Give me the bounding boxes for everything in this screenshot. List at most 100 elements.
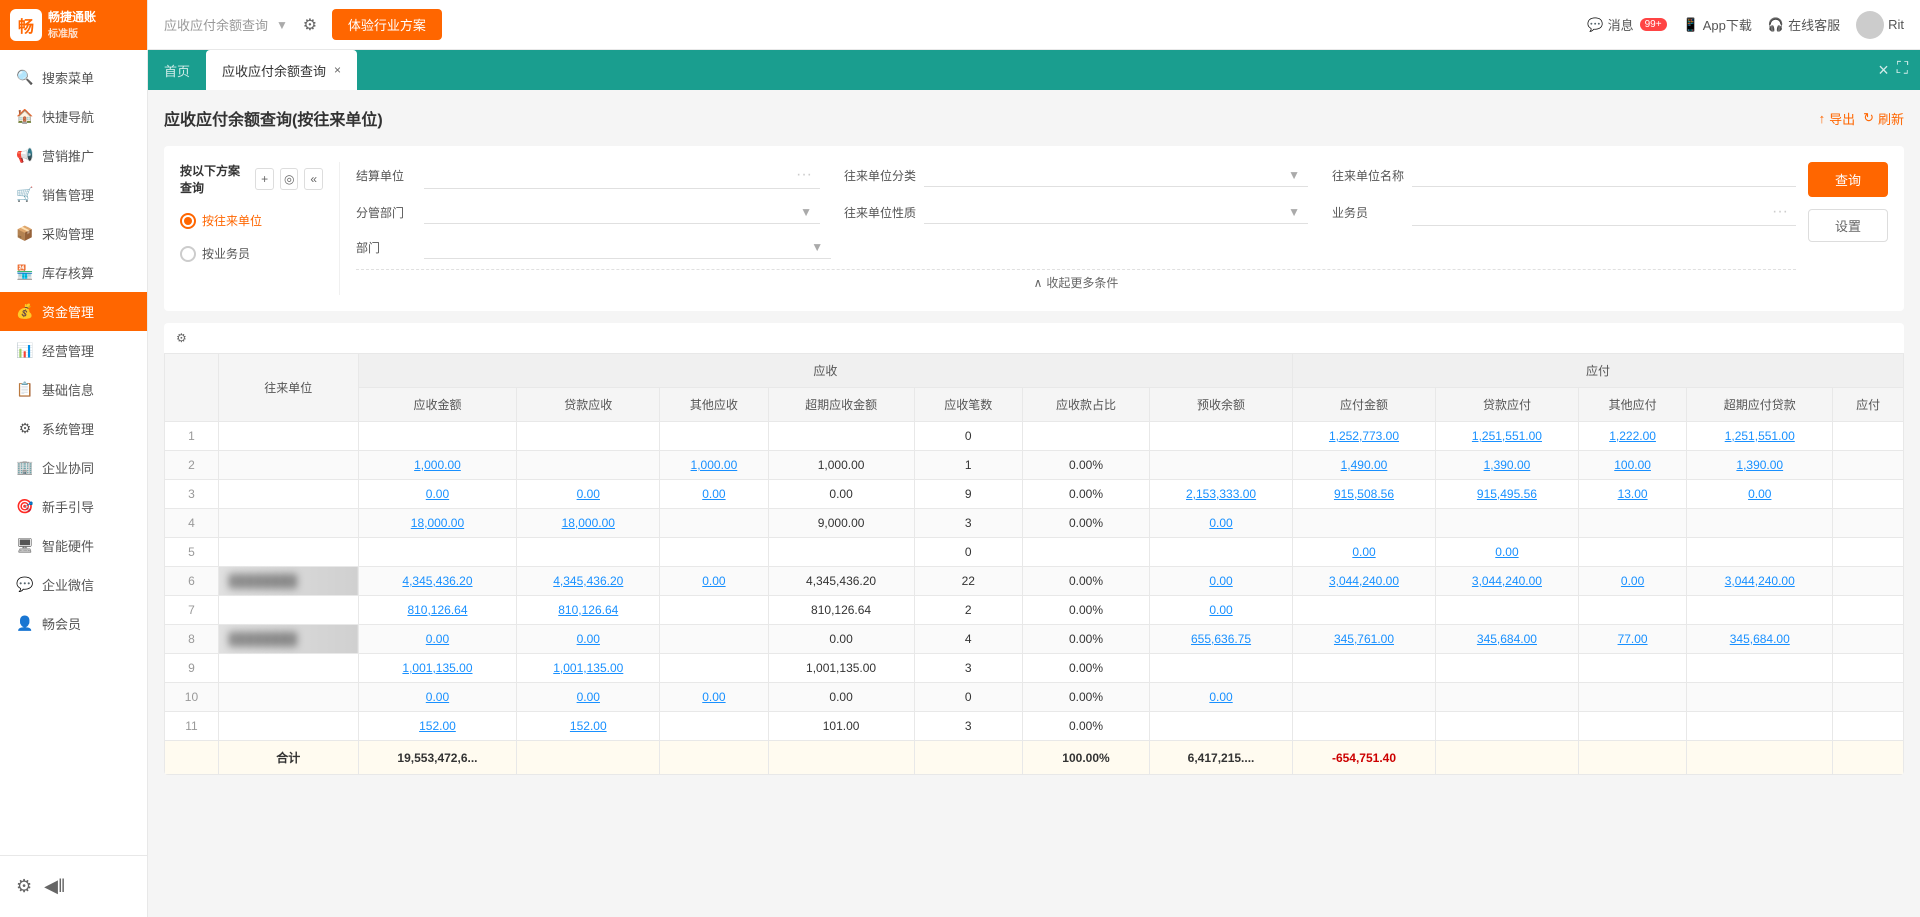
cell-10[interactable]: 345,684.00 [1435,625,1578,654]
sidebar-item-corp[interactable]: 🏢企业协同 [0,448,147,487]
cell-3[interactable] [517,538,660,567]
app-download-button[interactable]: 📱 App下载 [1683,15,1752,34]
cell-3[interactable] [517,422,660,451]
header-gear-icon[interactable]: ⚙ [296,11,324,39]
cell-11[interactable]: 1,222.00 [1578,422,1686,451]
cell-9[interactable]: 0.00 [1293,538,1436,567]
cell-3[interactable]: 0.00 [517,683,660,712]
sidebar-item-operation[interactable]: 📊经营管理 [0,331,147,370]
cell-2[interactable]: 1,000.00 [358,451,517,480]
cell-9[interactable]: 1,252,773.00 [1293,422,1436,451]
sidebar-item-hardware[interactable]: 🖥智能硬件 [0,526,147,565]
cell-8[interactable]: 2,153,333.00 [1150,480,1293,509]
sidebar-item-purchase[interactable]: 📦采购管理 [0,214,147,253]
sidebar-item-base[interactable]: 📋基础信息 [0,370,147,409]
cell-2[interactable] [358,422,517,451]
cell-12[interactable]: 1,251,551.00 [1687,422,1833,451]
cell-9[interactable]: 1,490.00 [1293,451,1436,480]
cell-4[interactable]: 1,000.00 [660,451,768,480]
cell-10[interactable]: 1,251,551.00 [1435,422,1578,451]
cell-4[interactable] [660,596,768,625]
sidebar-item-finance[interactable]: 💰资金管理 [0,292,147,331]
sidebar-item-member[interactable]: 👤畅会员 [0,604,147,643]
cell-8[interactable]: 655,636.75 [1150,625,1293,654]
select-division[interactable]: ▼ [424,236,831,259]
cell-3[interactable]: 152.00 [517,712,660,741]
cell-3[interactable] [517,451,660,480]
sidebar-item-search-menu[interactable]: 🔍搜索菜单 [0,58,147,97]
sidebar-item-sales[interactable]: 🛒销售管理 [0,175,147,214]
cell-9[interactable]: 345,761.00 [1293,625,1436,654]
tab-ar-ap[interactable]: 应收应付余额查询 × [206,50,357,90]
cell-12[interactable]: 0.00 [1687,480,1833,509]
sidebar-item-guide[interactable]: 🎯新手引导 [0,487,147,526]
sidebar-item-warehouse[interactable]: 🏪库存核算 [0,253,147,292]
refresh-button[interactable]: ↻ 刷新 [1863,109,1904,128]
sidebar-item-marketing[interactable]: 📢营销推广 [0,136,147,175]
cell-8[interactable]: 0.00 [1150,596,1293,625]
cell-9[interactable]: 915,508.56 [1293,480,1436,509]
cell-8[interactable]: 0.00 [1150,683,1293,712]
cell-11[interactable]: 0.00 [1578,567,1686,596]
input-partner-name[interactable] [1412,164,1796,187]
tab-close-all-icon[interactable]: × [1878,60,1889,81]
collapse-icon[interactable]: ◀‖ [44,876,65,897]
footer-ar-amount[interactable]: 19,553,472,6... [358,741,517,775]
sidebar-item-quick-nav[interactable]: 🏠快捷导航 [0,97,147,136]
cell-2[interactable]: 1,001,135.00 [358,654,517,683]
sidebar-item-system[interactable]: ⚙系统管理 [0,409,147,448]
message-button[interactable]: 💬 消息 99+ [1587,15,1666,34]
cell-3[interactable]: 18,000.00 [517,509,660,538]
filter-add-icon[interactable]: + [255,168,274,190]
settings-icon[interactable]: ⚙ [16,876,32,897]
cell-9[interactable]: 3,044,240.00 [1293,567,1436,596]
cell-3[interactable]: 0.00 [517,625,660,654]
promo-button[interactable]: 体验行业方案 [332,9,442,40]
tab-home[interactable]: 首页 [148,50,206,90]
cell-4[interactable] [660,712,768,741]
cell-3[interactable]: 0.00 [517,480,660,509]
cell-12[interactable]: 345,684.00 [1687,625,1833,654]
cell-11[interactable]: 100.00 [1578,451,1686,480]
input-settlement-unit[interactable]: ··· [424,162,820,189]
query-button[interactable]: 查询 [1808,162,1888,197]
cell-4[interactable] [660,422,768,451]
cell-2[interactable]: 18,000.00 [358,509,517,538]
cell-2[interactable]: 152.00 [358,712,517,741]
cell-4[interactable]: 0.00 [660,480,768,509]
select-partner-nature[interactable]: ▼ [924,201,1308,224]
cell-4[interactable] [660,538,768,567]
cell-10[interactable]: 3,044,240.00 [1435,567,1578,596]
export-button[interactable]: ↑ 导出 [1819,109,1856,128]
cell-2[interactable] [358,538,517,567]
sidebar-item-wechat[interactable]: 💬企业微信 [0,565,147,604]
header-dropdown-icon[interactable]: ▼ [276,18,288,32]
cell-4[interactable] [660,509,768,538]
collapse-more-button[interactable]: ∧ 收起更多条件 [356,269,1796,295]
cell-3[interactable]: 4,345,436.20 [517,567,660,596]
cell-11[interactable]: 77.00 [1578,625,1686,654]
cell-8[interactable]: 0.00 [1150,567,1293,596]
cell-2[interactable]: 4,345,436.20 [358,567,517,596]
filter-arrow-icon[interactable]: « [304,168,323,190]
cell-10[interactable]: 915,495.56 [1435,480,1578,509]
scheme-by-staff[interactable]: 按业务员 [180,241,323,266]
select-dept[interactable]: ▼ [424,201,820,224]
cell-2[interactable]: 0.00 [358,683,517,712]
table-settings-icon[interactable]: ⚙ [176,331,187,345]
cell-4[interactable] [660,654,768,683]
input-salesperson[interactable]: ··· [1412,199,1796,226]
cell-2[interactable]: 0.00 [358,480,517,509]
cell-3[interactable]: 1,001,135.00 [517,654,660,683]
cell-10[interactable]: 1,390.00 [1435,451,1578,480]
setting-button[interactable]: 设置 [1808,209,1888,242]
cell-4[interactable] [660,625,768,654]
tab-close-icon[interactable]: × [334,63,341,77]
cell-4[interactable]: 0.00 [660,683,768,712]
cell-12[interactable]: 3,044,240.00 [1687,567,1833,596]
cell-11[interactable]: 13.00 [1578,480,1686,509]
cell-4[interactable]: 0.00 [660,567,768,596]
cell-12[interactable]: 1,390.00 [1687,451,1833,480]
cell-3[interactable]: 810,126.64 [517,596,660,625]
scheme-by-partner[interactable]: 按往来单位 [180,208,323,233]
